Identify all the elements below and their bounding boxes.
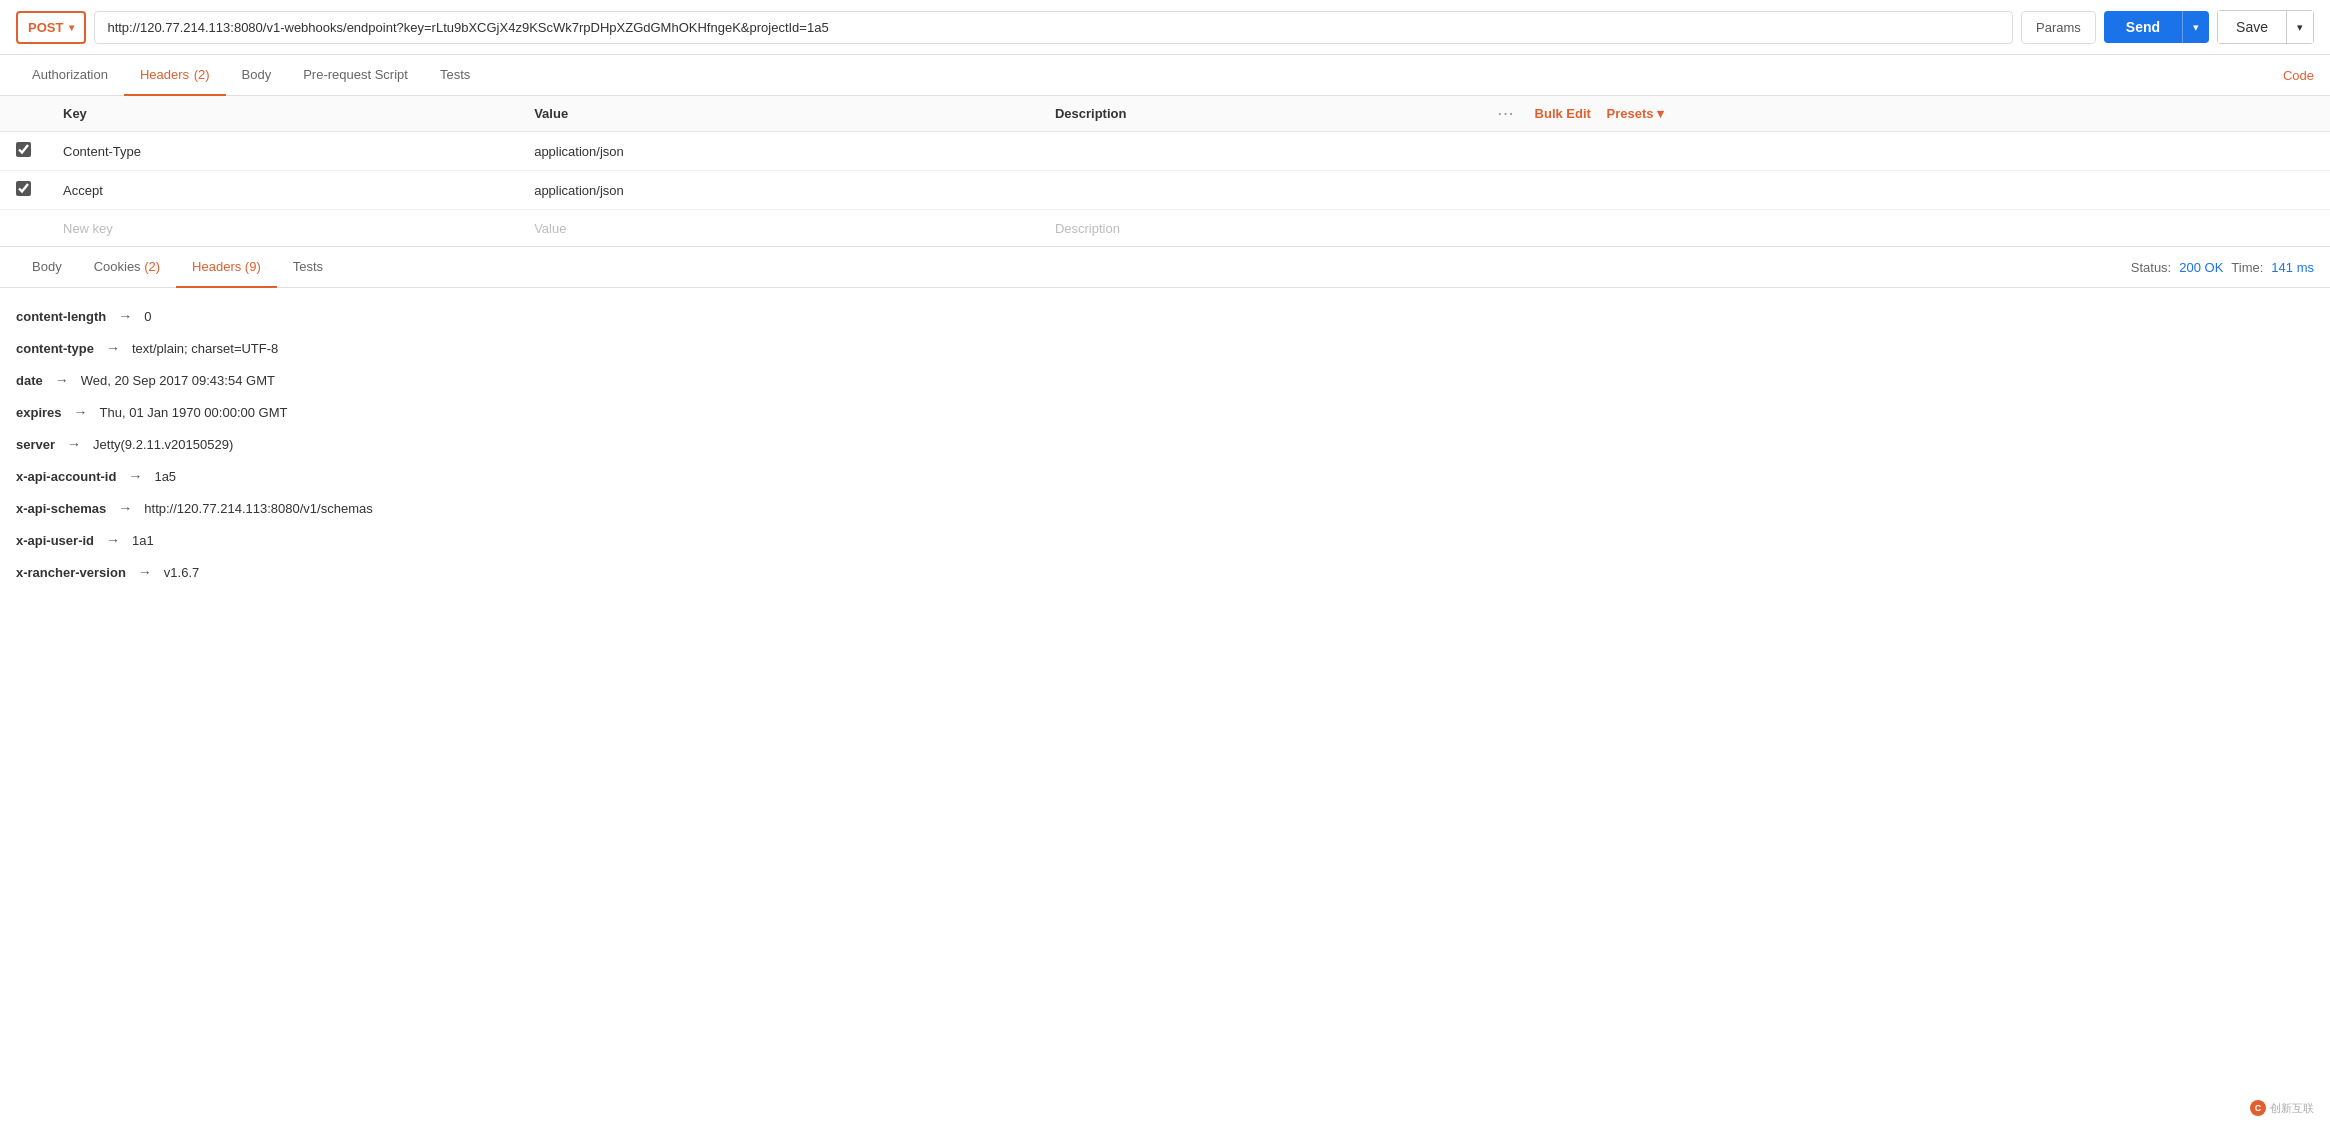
resp-row-date: date → Wed, 20 Sep 2017 09:43:54 GMT — [16, 372, 2314, 388]
new-key-placeholder: New key — [63, 221, 113, 236]
resp-row-x-rancher-version: x-rancher-version → v1.6.7 — [16, 564, 2314, 580]
table-row: Accept application/json — [0, 171, 2330, 210]
send-button[interactable]: Send — [2104, 11, 2182, 43]
new-description-placeholder: Description — [1055, 221, 1120, 236]
new-row-value-cell[interactable]: Value — [518, 210, 1039, 247]
row1-checkbox-cell — [0, 132, 47, 171]
response-tab-cookies[interactable]: Cookies (2) — [78, 247, 176, 288]
resp-arrow-5: → — [67, 436, 81, 452]
resp-key-x-api-user-id: x-api-user-id — [16, 533, 94, 548]
row2-value[interactable]: application/json — [518, 171, 1039, 210]
row2-description[interactable] — [1039, 171, 1482, 210]
col-header-value: Value — [518, 96, 1039, 132]
resp-arrow-9: → — [138, 564, 152, 580]
resp-key-expires: expires — [16, 405, 62, 420]
new-value-placeholder: Value — [534, 221, 566, 236]
new-header-row: New key Value Description — [0, 210, 2330, 247]
tab-prerequest[interactable]: Pre-request Script — [287, 55, 424, 96]
row1-description[interactable] — [1039, 132, 1482, 171]
resp-val-x-rancher-version: v1.6.7 — [164, 565, 199, 580]
resp-key-x-api-schemas: x-api-schemas — [16, 501, 106, 516]
tab-authorization[interactable]: Authorization — [16, 55, 124, 96]
tab-body[interactable]: Body — [226, 55, 288, 96]
send-button-group: Send ▾ — [2104, 11, 2209, 43]
response-tab-tests[interactable]: Tests — [277, 247, 339, 288]
resp-val-x-api-account-id: 1a5 — [154, 469, 176, 484]
resp-val-x-api-schemas: http://120.77.214.113:8080/v1/schemas — [144, 501, 372, 516]
resp-row-x-api-account-id: x-api-account-id → 1a5 — [16, 468, 2314, 484]
method-dropdown[interactable]: POST ▾ — [16, 11, 86, 44]
time-label: Time: — [2231, 260, 2263, 275]
resp-arrow-1: → — [118, 308, 132, 324]
resp-key-date: date — [16, 373, 43, 388]
params-button[interactable]: Params — [2021, 11, 2096, 44]
presets-link[interactable]: Presets ▾ — [1607, 106, 1665, 121]
col-header-key: Key — [47, 96, 518, 132]
resp-val-x-api-user-id: 1a1 — [132, 533, 154, 548]
resp-key-x-rancher-version: x-rancher-version — [16, 565, 126, 580]
resp-key-content-type: content-type — [16, 341, 94, 356]
resp-val-expires: Thu, 01 Jan 1970 00:00:00 GMT — [100, 405, 288, 420]
new-row-description-cell[interactable]: Description — [1039, 210, 1482, 247]
save-chevron-button[interactable]: ▾ — [2286, 10, 2314, 44]
resp-row-content-length: content-length → 0 — [16, 308, 2314, 324]
resp-arrow-7: → — [118, 500, 132, 516]
resp-val-content-type: text/plain; charset=UTF-8 — [132, 341, 278, 356]
row2-actions — [1482, 171, 2330, 210]
resp-arrow-6: → — [128, 468, 142, 484]
url-input[interactable] — [94, 11, 2013, 44]
resp-val-date: Wed, 20 Sep 2017 09:43:54 GMT — [81, 373, 275, 388]
method-chevron: ▾ — [69, 22, 74, 33]
save-button[interactable]: Save — [2217, 10, 2286, 44]
send-chevron-button[interactable]: ▾ — [2182, 11, 2209, 43]
resp-arrow-4: → — [74, 404, 88, 420]
bulk-edit-link[interactable]: Bulk Edit — [1535, 106, 1591, 121]
resp-val-server: Jetty(9.2.11.v20150529) — [93, 437, 233, 452]
more-dots[interactable]: ··· — [1498, 106, 1515, 121]
status-value: 200 OK — [2179, 260, 2223, 275]
row2-key[interactable]: Accept — [47, 171, 518, 210]
row1-key[interactable]: Content-Type — [47, 132, 518, 171]
new-row-checkbox-cell — [0, 210, 47, 247]
resp-key-x-api-account-id: x-api-account-id — [16, 469, 116, 484]
response-meta: Status: 200 OK Time: 141 ms — [2131, 260, 2314, 275]
table-row: Content-Type application/json — [0, 132, 2330, 171]
resp-val-content-length: 0 — [144, 309, 151, 324]
resp-key-content-length: content-length — [16, 309, 106, 324]
response-tab-nav: Body Cookies (2) Headers (9) Tests Statu… — [0, 247, 2330, 288]
response-tab-headers[interactable]: Headers (9) — [176, 247, 277, 288]
resp-arrow-8: → — [106, 532, 120, 548]
resp-row-x-api-user-id: x-api-user-id → 1a1 — [16, 532, 2314, 548]
col-header-checkbox — [0, 96, 47, 132]
row1-checkbox[interactable] — [16, 142, 31, 157]
time-value: 141 ms — [2271, 260, 2314, 275]
resp-row-content-type: content-type → text/plain; charset=UTF-8 — [16, 340, 2314, 356]
row2-checkbox-cell — [0, 171, 47, 210]
headers-table: Key Value Description ··· Bulk Edit Pres… — [0, 96, 2330, 246]
code-link[interactable]: Code — [2283, 68, 2314, 83]
resp-arrow-3: → — [55, 372, 69, 388]
resp-key-server: server — [16, 437, 55, 452]
row1-value[interactable]: application/json — [518, 132, 1039, 171]
top-bar: POST ▾ Params Send ▾ Save ▾ — [0, 0, 2330, 55]
response-tab-body[interactable]: Body — [16, 247, 78, 288]
col-header-actions: ··· Bulk Edit Presets ▾ — [1482, 96, 2330, 132]
response-section: Body Cookies (2) Headers (9) Tests Statu… — [0, 246, 2330, 616]
resp-row-server: server → Jetty(9.2.11.v20150529) — [16, 436, 2314, 452]
status-label: Status: — [2131, 260, 2171, 275]
tab-headers[interactable]: Headers (2) — [124, 55, 226, 96]
row1-actions — [1482, 132, 2330, 171]
new-row-key-cell[interactable]: New key — [47, 210, 518, 247]
response-content: content-length → 0 content-type → text/p… — [0, 288, 2330, 616]
method-label: POST — [28, 20, 63, 35]
new-row-actions — [1482, 210, 2330, 247]
resp-arrow-2: → — [106, 340, 120, 356]
row2-checkbox[interactable] — [16, 181, 31, 196]
resp-row-x-api-schemas: x-api-schemas → http://120.77.214.113:80… — [16, 500, 2314, 516]
resp-row-expires: expires → Thu, 01 Jan 1970 00:00:00 GMT — [16, 404, 2314, 420]
save-button-group: Save ▾ — [2217, 10, 2314, 44]
col-header-description: Description — [1039, 96, 1482, 132]
request-tab-nav: Authorization Headers (2) Body Pre-reque… — [0, 55, 2330, 96]
tab-tests[interactable]: Tests — [424, 55, 486, 96]
